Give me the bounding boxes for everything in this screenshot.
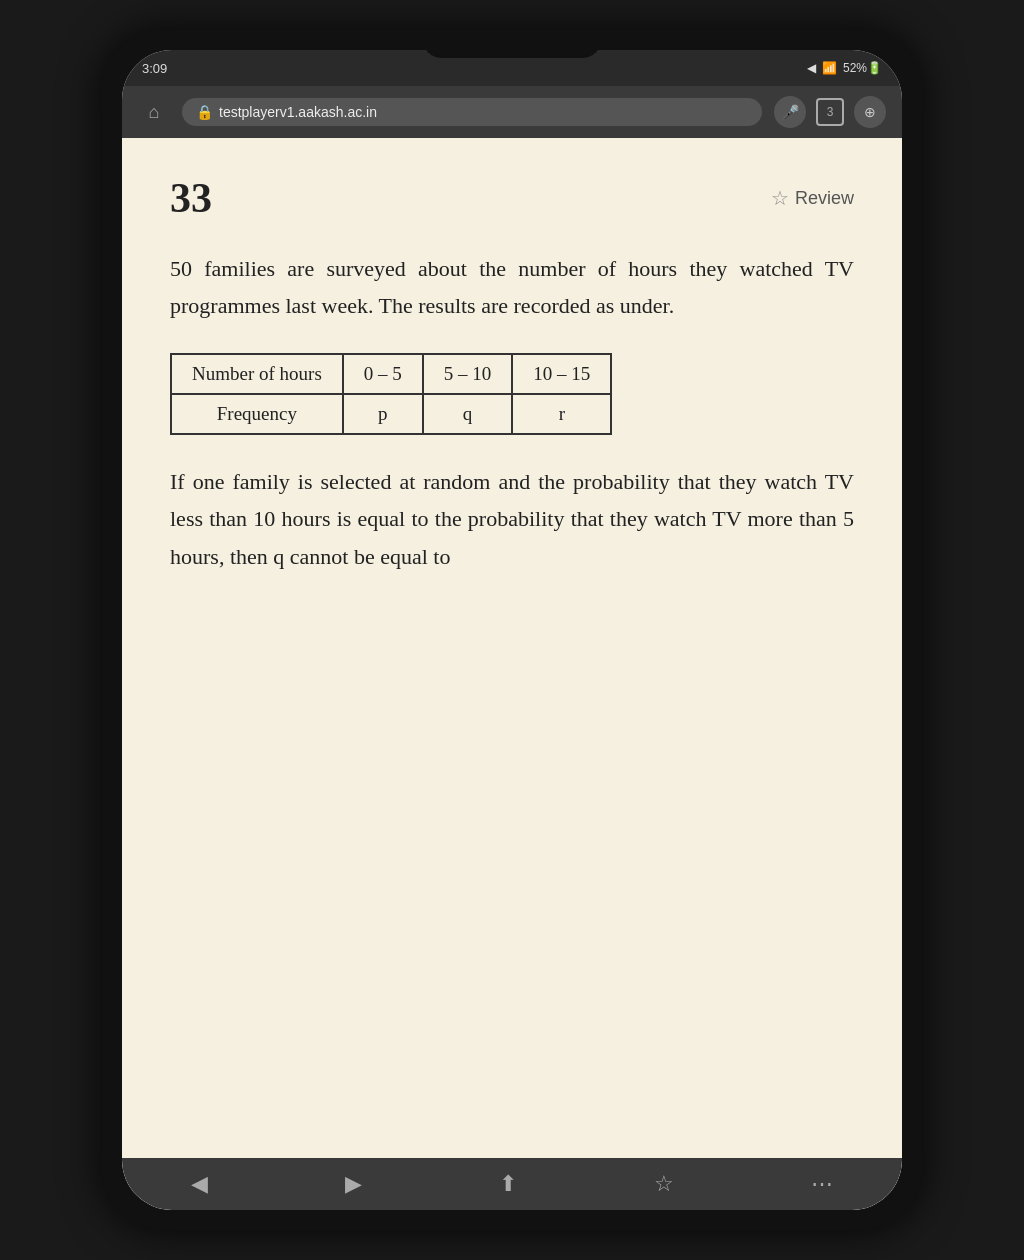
content-area: 33 ☆ Review 50 families are surveyed abo…	[122, 138, 902, 1158]
signal-icon: ◀	[807, 61, 816, 75]
home-icon: ⌂	[149, 102, 160, 123]
table-header-col2: 5 – 10	[423, 354, 513, 394]
review-button[interactable]: ☆ Review	[771, 186, 854, 210]
star-icon: ☆	[771, 186, 789, 210]
browser-action-icons: 🎤 3 ⊕	[774, 96, 886, 128]
status-icons: ◀ 📶 52%🔋	[807, 61, 882, 75]
home-button[interactable]: ⌂	[138, 96, 170, 128]
bookmark-button[interactable]: ☆	[654, 1171, 674, 1197]
url-bar[interactable]: 🔒 testplayerv1.aakash.ac.in	[182, 98, 762, 126]
review-label: Review	[795, 188, 854, 209]
status-time: 3:09	[142, 61, 167, 76]
phone-notch	[422, 30, 602, 58]
table-data-q: q	[423, 394, 513, 434]
data-table: Number of hours 0 – 5 5 – 10 10 – 15 Fre…	[170, 353, 612, 435]
table-row-label: Frequency	[171, 394, 343, 434]
tabs-count: 3	[827, 105, 834, 119]
menu-icon: ⊕	[864, 104, 876, 120]
battery-icon: 52%🔋	[843, 61, 882, 75]
table-header-col1: 0 – 5	[343, 354, 423, 394]
table-header-col3: 10 – 15	[512, 354, 611, 394]
table-data-p: p	[343, 394, 423, 434]
back-button[interactable]: ◀	[191, 1171, 208, 1197]
table-data-row: Frequency p q r	[171, 394, 611, 434]
tabs-button[interactable]: 3	[816, 98, 844, 126]
share-button[interactable]: ⬆	[499, 1171, 517, 1197]
browser-toolbar[interactable]: ⌂ 🔒 testplayerv1.aakash.ac.in 🎤 3 ⊕	[122, 86, 902, 138]
phone-screen: 3:09 ◀ 📶 52%🔋 ⌂ 🔒 testplayerv1.aakash.ac…	[122, 50, 902, 1210]
microphone-icon: 🎤	[782, 104, 799, 120]
question-number: 33	[170, 174, 212, 222]
table-data-r: r	[512, 394, 611, 434]
menu-button[interactable]: ⊕	[854, 96, 886, 128]
question-text-part2: If one family is selected at random and …	[170, 463, 854, 575]
more-button[interactable]: ⋯	[811, 1171, 833, 1197]
forward-button[interactable]: ▶	[345, 1171, 362, 1197]
table-header-label: Number of hours	[171, 354, 343, 394]
microphone-button[interactable]: 🎤	[774, 96, 806, 128]
url-text: testplayerv1.aakash.ac.in	[219, 104, 377, 120]
question-text-part1: 50 families are surveyed about the numbe…	[170, 250, 854, 325]
wifi-icon: 📶	[822, 61, 837, 75]
table-header-row: Number of hours 0 – 5 5 – 10 10 – 15	[171, 354, 611, 394]
bottom-navigation-bar: ◀ ▶ ⬆ ☆ ⋯	[122, 1158, 902, 1210]
question-header: 33 ☆ Review	[170, 174, 854, 222]
lock-icon: 🔒	[196, 104, 213, 120]
phone-frame: 3:09 ◀ 📶 52%🔋 ⌂ 🔒 testplayerv1.aakash.ac…	[102, 30, 922, 1230]
